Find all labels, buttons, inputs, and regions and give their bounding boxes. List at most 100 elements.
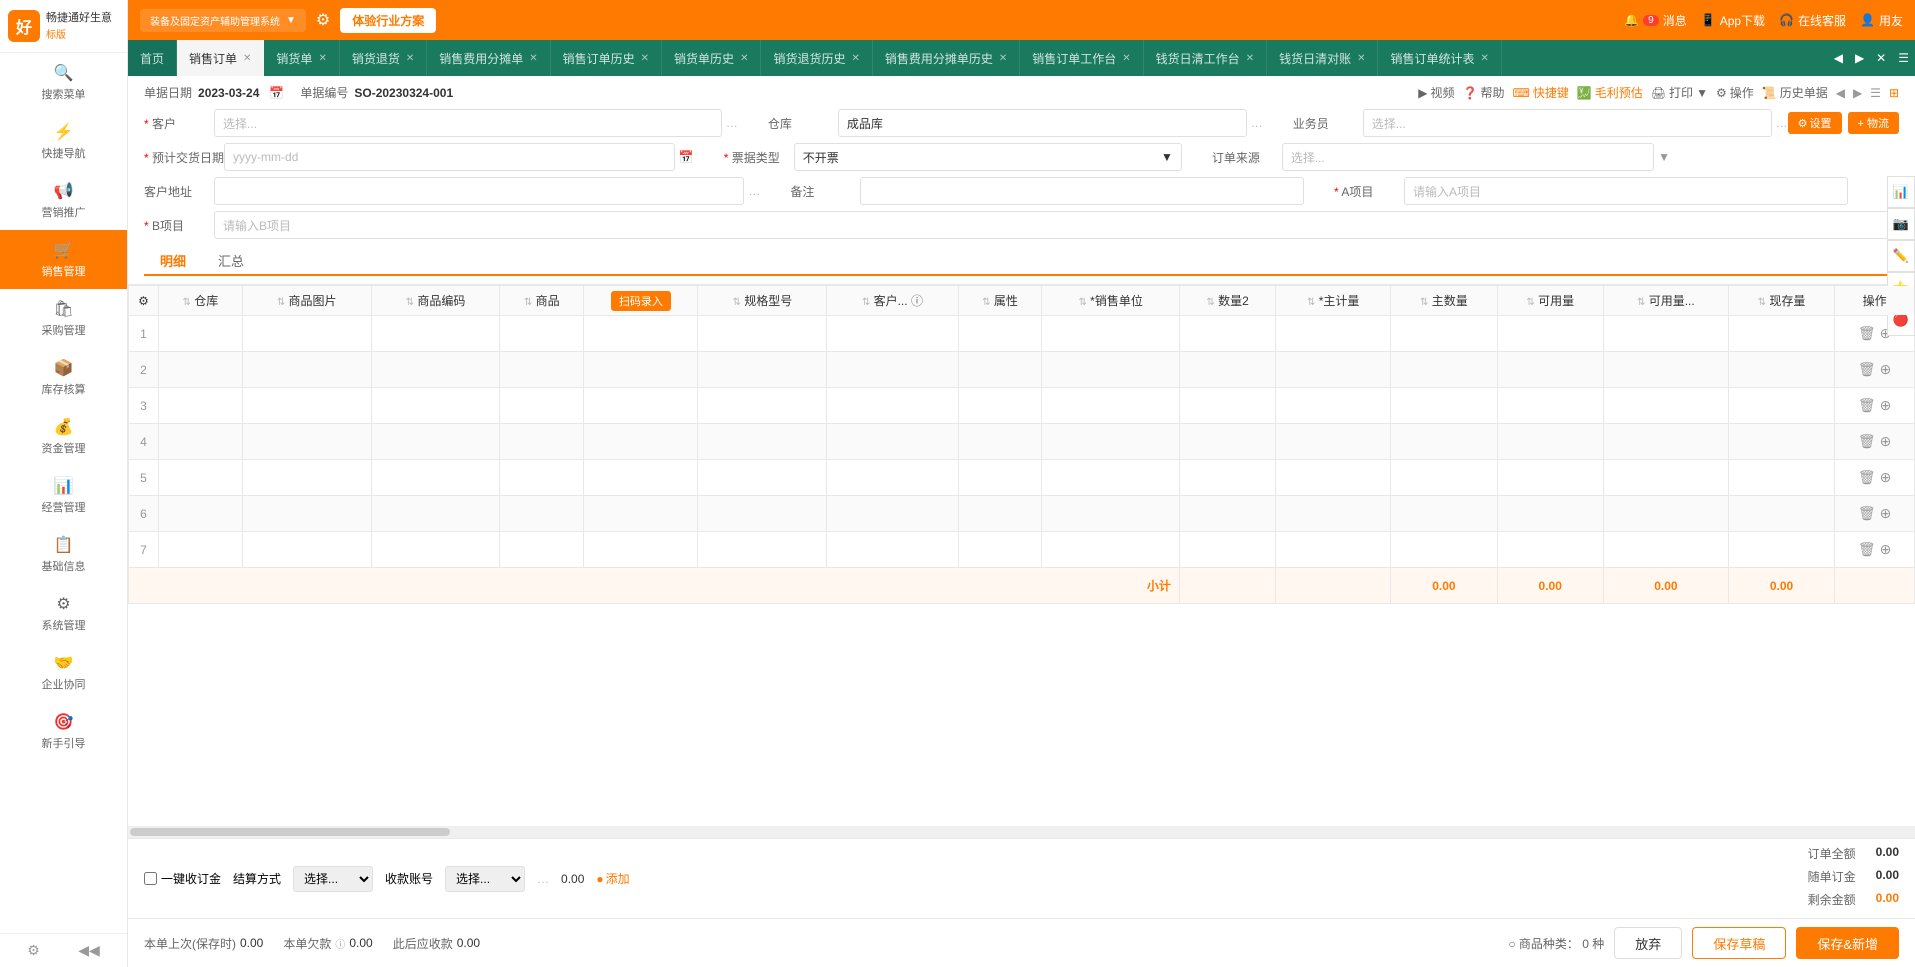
staff-input[interactable]: 选择...	[1363, 109, 1772, 137]
discard-button[interactable]: 放弃	[1614, 927, 1682, 959]
row-7-attr[interactable]	[958, 532, 1042, 568]
row-5-spec[interactable]	[698, 460, 827, 496]
row-6-product[interactable]	[500, 496, 584, 532]
scan-btn[interactable]: 扫码录入	[611, 291, 671, 311]
row-1-customer-code[interactable]	[827, 316, 958, 352]
row-6-unit[interactable]	[1042, 496, 1180, 532]
row-1-warehouse[interactable]	[159, 316, 243, 352]
tab-sales-order-history[interactable]: 销售订单历史 ✕	[551, 40, 662, 76]
row-5-main-unit[interactable]	[1276, 460, 1391, 496]
tab-detail[interactable]: 明细	[144, 247, 202, 276]
row-5-stock[interactable]	[1728, 460, 1834, 496]
ops-action[interactable]: ⚙ 操作	[1716, 84, 1754, 101]
customer-input[interactable]: 选择...	[214, 109, 722, 137]
row-3-main-unit[interactable]	[1276, 388, 1391, 424]
row-3-delete-icon[interactable]: 🗑	[1858, 397, 1876, 414]
row-3-attr[interactable]	[958, 388, 1042, 424]
row-1-attr[interactable]	[958, 316, 1042, 352]
sidebar-item-sales[interactable]: 🛒 销售管理	[0, 230, 127, 289]
nav-next-icon[interactable]: ▶	[1853, 86, 1862, 100]
row-3-unit[interactable]	[1042, 388, 1180, 424]
sidebar-item-inventory[interactable]: 📦 库存核算	[0, 348, 127, 407]
row-7-scan[interactable]	[584, 532, 698, 568]
row-5-qty2[interactable]	[1179, 460, 1275, 496]
order-source-chevron-icon[interactable]: ▼	[1658, 150, 1670, 164]
row-7-warehouse[interactable]	[159, 532, 243, 568]
delivery-calendar-icon[interactable]: 📅	[679, 150, 694, 164]
online-service-item[interactable]: 🎧 在线客服	[1779, 12, 1846, 29]
tab-sales-bill-history[interactable]: 销货单历史 ✕	[662, 40, 761, 76]
horizontal-scrollbar[interactable]	[128, 826, 1915, 838]
row-5-copy-icon[interactable]: ⊕	[1880, 469, 1892, 486]
row-5-scan[interactable]	[584, 460, 698, 496]
delivery-date-input[interactable]: yyyy-mm-dd	[224, 143, 675, 171]
row-6-delete-icon[interactable]: 🗑	[1858, 505, 1876, 522]
settings-float-btn[interactable]: ⚙ 设置	[1788, 112, 1842, 134]
row-4-main-unit[interactable]	[1276, 424, 1391, 460]
row-2-warehouse[interactable]	[159, 352, 243, 388]
save-draft-button[interactable]: 保存草稿	[1692, 927, 1786, 959]
address-more-icon[interactable]: …	[748, 184, 760, 198]
row-3-avail[interactable]	[1497, 388, 1603, 424]
notification-item[interactable]: 🔔 9 消息	[1624, 12, 1687, 29]
tab-close-icon[interactable]: ✕	[851, 53, 859, 64]
staff-more-icon[interactable]: …	[1776, 116, 1788, 130]
tab-close-icon[interactable]: ✕	[318, 53, 326, 64]
row-4-copy-icon[interactable]: ⊕	[1880, 433, 1892, 450]
row-3-copy-icon[interactable]: ⊕	[1880, 397, 1892, 414]
row-6-image[interactable]	[242, 496, 371, 532]
payment-method-select[interactable]: 选择...	[293, 866, 373, 892]
row-1-spec[interactable]	[698, 316, 827, 352]
row-3-qty2[interactable]	[1179, 388, 1275, 424]
tab-home[interactable]: 首页	[128, 40, 177, 76]
tab-sales-stats[interactable]: 销售订单统计表 ✕	[1378, 40, 1501, 76]
row-5-main-qty[interactable]	[1391, 460, 1497, 496]
tab-close-icon[interactable]: ✕	[1357, 53, 1365, 64]
row-7-customer-code[interactable]	[827, 532, 958, 568]
row-3-main-qty[interactable]	[1391, 388, 1497, 424]
row-5-delete-icon[interactable]: 🗑	[1858, 469, 1876, 486]
row-4-warehouse[interactable]	[159, 424, 243, 460]
row-6-main-qty[interactable]	[1391, 496, 1497, 532]
row-5-image[interactable]	[242, 460, 371, 496]
row-2-scan[interactable]	[584, 352, 698, 388]
row-3-spec[interactable]	[698, 388, 827, 424]
sidebar-item-purchase[interactable]: 🛍 采购管理	[0, 289, 127, 348]
row-7-main-unit[interactable]	[1276, 532, 1391, 568]
tab-sales-cost[interactable]: 销售费用分摊单 ✕	[427, 40, 550, 76]
app-download-item[interactable]: 📱 App下载	[1701, 12, 1765, 29]
row-4-product[interactable]	[500, 424, 584, 460]
tab-close-icon[interactable]: ✕	[529, 53, 537, 64]
topbar-settings-icon[interactable]: ⚙	[316, 10, 330, 30]
row-3-code[interactable]	[371, 388, 500, 424]
print-action[interactable]: 🖨 打印 ▼	[1651, 84, 1708, 101]
row-3-avail2[interactable]	[1603, 388, 1728, 424]
row-1-main-qty[interactable]	[1391, 316, 1497, 352]
row-1-delete-icon[interactable]: 🗑	[1858, 325, 1876, 342]
row-2-delete-icon[interactable]: 🗑	[1858, 361, 1876, 378]
row-4-main-qty[interactable]	[1391, 424, 1497, 460]
row-4-image[interactable]	[242, 424, 371, 460]
row-2-unit[interactable]	[1042, 352, 1180, 388]
logistics-btn[interactable]: + 物流	[1848, 112, 1899, 134]
app-selector[interactable]: 装备及固定资产辅助管理系统 ▼	[140, 9, 306, 32]
row-2-avail[interactable]	[1497, 352, 1603, 388]
row-4-avail2[interactable]	[1603, 424, 1728, 460]
row-1-avail[interactable]	[1497, 316, 1603, 352]
tab-sales-return[interactable]: 销货退货 ✕	[340, 40, 427, 76]
sidebar-item-marketing[interactable]: 📢 营销推广	[0, 171, 127, 230]
row-6-scan[interactable]	[584, 496, 698, 532]
row-2-code[interactable]	[371, 352, 500, 388]
row-6-copy-icon[interactable]: ⊕	[1880, 505, 1892, 522]
row-4-scan[interactable]	[584, 424, 698, 460]
row-4-code[interactable]	[371, 424, 500, 460]
row-5-warehouse[interactable]	[159, 460, 243, 496]
row-6-attr[interactable]	[958, 496, 1042, 532]
row-6-spec[interactable]	[698, 496, 827, 532]
tab-close-icon[interactable]: ✕	[406, 53, 414, 64]
save-new-button[interactable]: 保存&新增	[1796, 927, 1899, 959]
customer-more-icon[interactable]: …	[726, 116, 738, 130]
row-1-product[interactable]	[500, 316, 584, 352]
row-7-avail2[interactable]	[1603, 532, 1728, 568]
row-2-customer-code[interactable]	[827, 352, 958, 388]
